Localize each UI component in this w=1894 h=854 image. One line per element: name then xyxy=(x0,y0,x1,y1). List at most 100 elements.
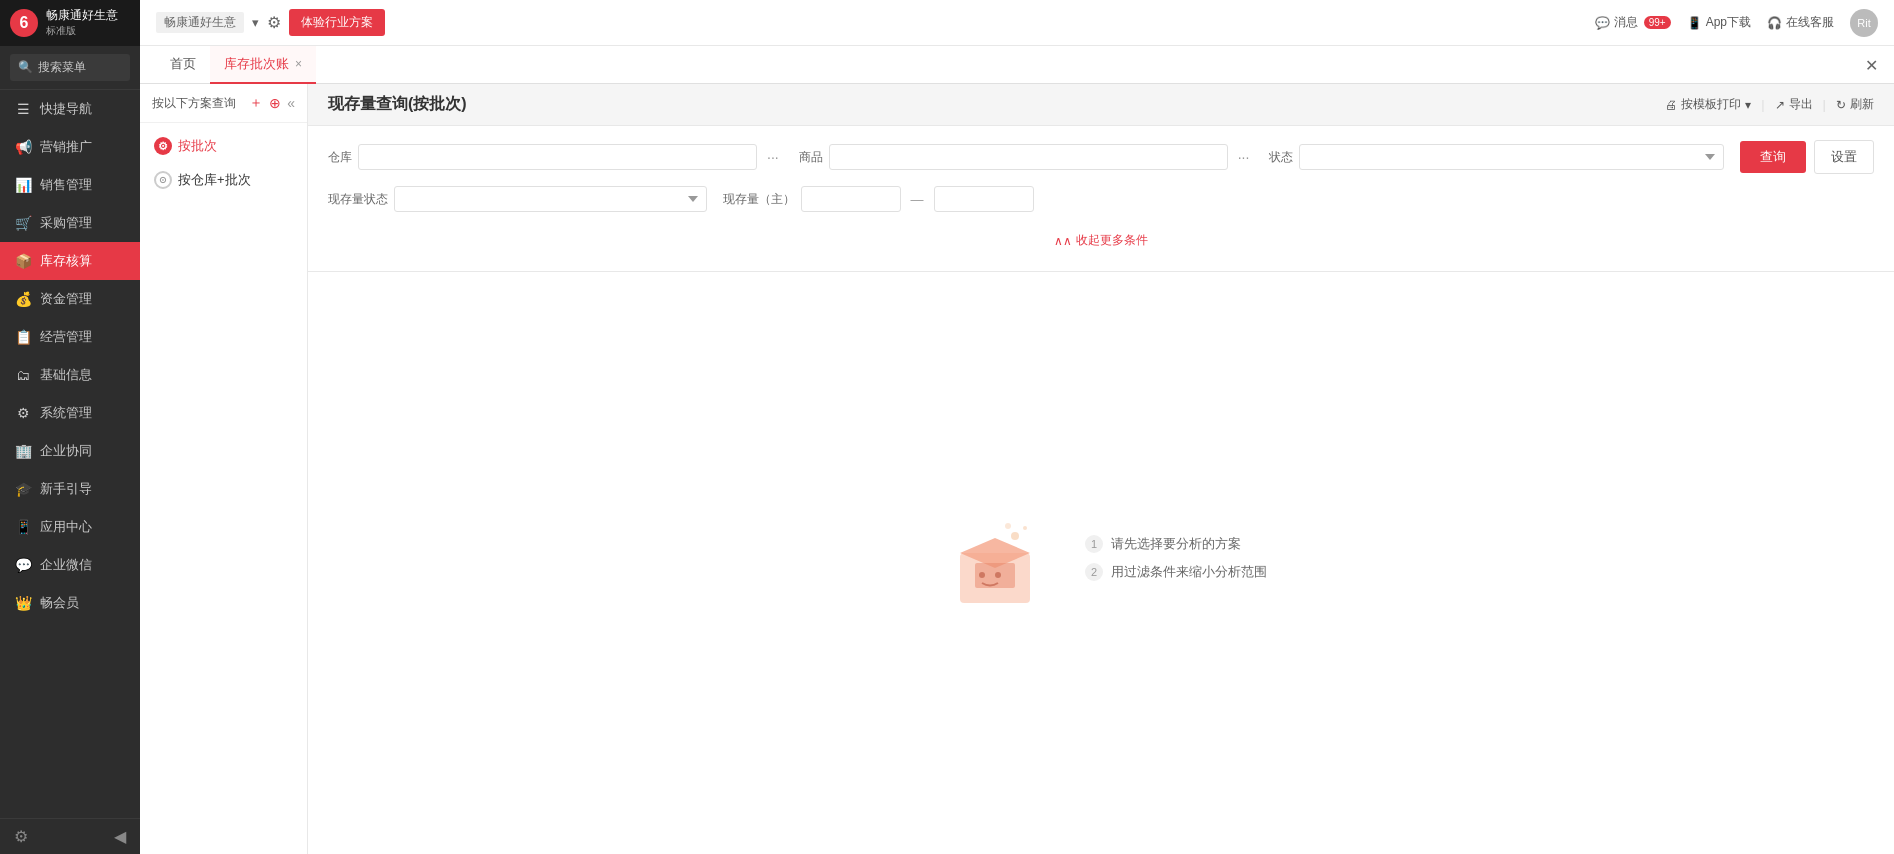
dropdown-icon: ▾ xyxy=(252,15,259,30)
sidebar-item-system[interactable]: ⚙ 系统管理 xyxy=(0,394,140,432)
page-header: 现存量查询(按批次) 🖨 按模板打印 ▾ | ↗ 导出 | ↻ xyxy=(308,84,1894,126)
sidebar-item-purchase[interactable]: 🛒 采购管理 xyxy=(0,204,140,242)
filter-settings-button[interactable]: 设置 xyxy=(1814,140,1874,174)
sidebar-item-label: 销售管理 xyxy=(40,176,92,194)
sidebar-nav: ☰ 快捷导航 📢 营销推广 📊 销售管理 🛒 采购管理 📦 库存核算 💰 资金管… xyxy=(0,90,140,818)
export-button[interactable]: ↗ 导出 xyxy=(1775,96,1813,113)
tab-batch[interactable]: 库存批次账 × xyxy=(210,46,316,84)
scheme-active-icon: ⚙ xyxy=(154,137,172,155)
refresh-icon: ↻ xyxy=(1836,98,1846,112)
wechat-icon: 💬 xyxy=(14,556,32,574)
messages-badge: 99+ xyxy=(1644,16,1671,29)
add-icon: ＋ xyxy=(249,94,263,110)
query-button[interactable]: 查询 xyxy=(1740,141,1806,173)
sidebar-item-operations[interactable]: 📋 经营管理 xyxy=(0,318,140,356)
stock-qty-end-input[interactable] xyxy=(934,186,1034,212)
filter-row-2: 现存量状态 现存量（主） — xyxy=(328,186,1874,212)
online-service-button[interactable]: 🎧 在线客服 xyxy=(1767,14,1834,31)
logo-text: 6 xyxy=(20,14,29,32)
stock-qty-start-input[interactable] xyxy=(801,186,901,212)
sidebar-item-label: 企业微信 xyxy=(40,556,92,574)
sidebar-item-members[interactable]: 👑 畅会员 xyxy=(0,584,140,622)
filter-area: 仓库 ··· 商品 ··· 状态 xyxy=(308,126,1894,272)
inventory-icon: 📦 xyxy=(14,252,32,270)
sidebar-item-newbie[interactable]: 🎓 新手引导 xyxy=(0,470,140,508)
divider: | xyxy=(1761,97,1764,112)
sidebar-item-label: 资金管理 xyxy=(40,290,92,308)
message-icon: 💬 xyxy=(1595,16,1610,30)
tab-home[interactable]: 首页 xyxy=(156,46,210,84)
scheme-collapse-button[interactable]: « xyxy=(287,94,295,112)
chevron-up-icon: ∧∧ xyxy=(1054,234,1072,248)
sidebar-item-label: 应用中心 xyxy=(40,518,92,536)
close-icon: ✕ xyxy=(1865,56,1878,73)
sidebar-search-area[interactable]: 🔍 搜索菜单 xyxy=(0,46,140,90)
empty-step-2-label: 用过滤条件来缩小分析范围 xyxy=(1111,563,1267,581)
scheme-panel: 按以下方案查询 ＋ ⊕ « ⚙ xyxy=(140,84,308,854)
sidebar-item-label: 采购管理 xyxy=(40,214,92,232)
sidebar-item-basics[interactable]: 🗂 基础信息 xyxy=(0,356,140,394)
sidebar-item-wechat[interactable]: 💬 企业微信 xyxy=(0,546,140,584)
sidebar-item-finance[interactable]: 💰 资金管理 xyxy=(0,280,140,318)
search-menu-button[interactable]: 🔍 搜索菜单 xyxy=(10,54,130,81)
sidebar-item-quick-nav[interactable]: ☰ 快捷导航 xyxy=(0,90,140,128)
experience-button[interactable]: 体验行业方案 xyxy=(289,9,385,36)
svg-point-3 xyxy=(1011,532,1019,540)
warehouse-input[interactable] xyxy=(358,144,757,170)
sidebar-settings-button[interactable]: ⚙ xyxy=(14,827,28,846)
warehouse-dots-button[interactable]: ··· xyxy=(763,149,783,165)
company-label: 畅康通好生意 xyxy=(156,12,244,33)
sidebar-item-marketing[interactable]: 📢 营销推广 xyxy=(0,128,140,166)
close-tab-button[interactable]: ✕ xyxy=(1865,55,1878,74)
topbar-settings-button[interactable]: ⚙ xyxy=(267,13,281,32)
sales-icon: 📊 xyxy=(14,176,32,194)
tab-home-label: 首页 xyxy=(170,55,196,73)
sidebar-item-inventory[interactable]: 📦 库存核算 xyxy=(0,242,140,280)
stock-status-select[interactable] xyxy=(394,186,707,212)
sidebar-item-sales[interactable]: 📊 销售管理 xyxy=(0,166,140,204)
product-dots-button[interactable]: ··· xyxy=(1234,149,1254,165)
sidebar-item-enterprise[interactable]: 🏢 企业协同 xyxy=(0,432,140,470)
scheme-item-warehouse-batch[interactable]: ⊙ 按仓库+批次 xyxy=(140,163,307,197)
sidebar-collapse-button[interactable]: ◀ xyxy=(114,827,126,846)
app-download-button[interactable]: 📱 App下载 xyxy=(1687,14,1751,31)
sidebar-item-label: 库存核算 xyxy=(40,252,92,270)
filter-stock-qty: 现存量（主） — xyxy=(723,186,1102,212)
scheme-settings-button[interactable]: ⊕ xyxy=(269,94,281,112)
apps-icon: 📱 xyxy=(14,518,32,536)
export-icon: ↗ xyxy=(1775,98,1785,112)
company-dropdown-button[interactable]: ▾ xyxy=(252,15,259,30)
settings-icon: ⚙ xyxy=(14,828,28,845)
sidebar-item-apps[interactable]: 📱 应用中心 xyxy=(0,508,140,546)
phone-icon: 📱 xyxy=(1687,16,1702,30)
avatar-placeholder: Rit xyxy=(1857,17,1870,29)
tabbar: 首页 库存批次账 × ✕ xyxy=(140,46,1894,84)
company-name: 畅康通好生意 xyxy=(46,8,118,24)
product-input[interactable] xyxy=(829,144,1228,170)
add-scheme-button[interactable]: ＋ xyxy=(249,94,263,112)
stock-qty-label: 现存量（主） xyxy=(723,191,795,208)
gear-icon: ⚙ xyxy=(267,14,281,31)
filter-stock-status: 现存量状态 xyxy=(328,186,707,212)
edition-label: 标准版 xyxy=(46,24,118,38)
basics-icon: 🗂 xyxy=(14,366,32,384)
collapse-more-button[interactable]: ∧∧ 收起更多条件 xyxy=(328,224,1874,257)
print-icon: 🖨 xyxy=(1665,98,1677,112)
print-button[interactable]: 🖨 按模板打印 ▾ xyxy=(1665,96,1751,113)
messages-button[interactable]: 💬 消息 99+ xyxy=(1595,14,1671,31)
sidebar-item-label: 快捷导航 xyxy=(40,100,92,118)
page-title: 现存量查询(按批次) xyxy=(328,94,467,115)
sidebar-item-label: 企业协同 xyxy=(40,442,92,460)
messages-label: 消息 xyxy=(1614,14,1638,31)
scheme-item-label: 按仓库+批次 xyxy=(178,171,251,189)
user-avatar[interactable]: Rit xyxy=(1850,9,1878,37)
refresh-button[interactable]: ↻ 刷新 xyxy=(1836,96,1874,113)
scheme-inactive-icon: ⊙ xyxy=(154,171,172,189)
sidebar-logo: 6 xyxy=(10,9,38,37)
svg-point-4 xyxy=(1023,526,1027,530)
empty-text-area: 1 请先选择要分析的方案 2 用过滤条件来缩小分析范围 xyxy=(1085,535,1267,591)
tab-batch-close-button[interactable]: × xyxy=(295,58,302,70)
export-label: 导出 xyxy=(1789,96,1813,113)
status-select[interactable] xyxy=(1299,144,1724,170)
scheme-item-batch[interactable]: ⚙ 按批次 xyxy=(140,129,307,163)
